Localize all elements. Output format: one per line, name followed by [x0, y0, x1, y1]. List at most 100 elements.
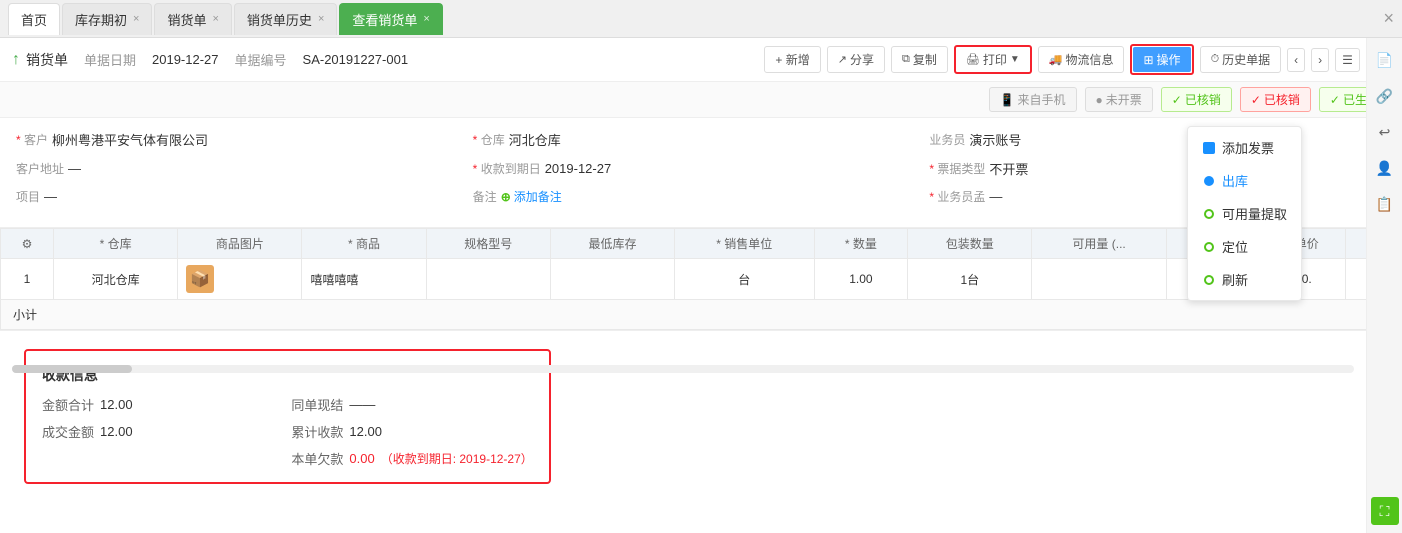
project-value: —: [44, 189, 57, 204]
th-settings[interactable]: ⚙: [1, 229, 54, 259]
add-note-label: 添加备注: [514, 188, 562, 205]
sales-order-icon: ↑: [12, 51, 20, 69]
effect-check-icon: ✓: [1330, 93, 1340, 107]
th-qty: * 数量: [814, 229, 908, 259]
print-highlight-box: 🖨 打印 ▼: [954, 45, 1032, 74]
sold-label: 已核销: [1264, 91, 1300, 108]
td-subtotal: 小计: [1, 300, 1402, 330]
new-button-label: + 新增: [775, 51, 809, 68]
dropdown-add-invoice[interactable]: 添加发票: [1188, 131, 1301, 164]
tab-inventory-init[interactable]: 库存期初 ×: [62, 3, 152, 35]
dropdown-locate[interactable]: 定位: [1188, 230, 1301, 263]
payment-date-field: 收款到期日 2019-12-27: [473, 160, 930, 177]
add-invoice-icon: [1202, 141, 1216, 155]
check-circle-icon: ✓: [1251, 93, 1261, 107]
th-spec: 规格型号: [426, 229, 550, 259]
window-close-button[interactable]: ×: [1383, 8, 1394, 29]
horizontal-scrollbar[interactable]: [12, 365, 1354, 373]
transaction-value: 12.00: [100, 424, 133, 439]
tab-sales-order[interactable]: 销货单 ×: [154, 3, 231, 35]
transaction-label: 成交金额: [42, 422, 94, 441]
new-button[interactable]: + 新增: [764, 46, 820, 73]
tab-sales-history[interactable]: 销货单历史 ×: [234, 3, 337, 35]
nav-prev-button[interactable]: ‹: [1287, 48, 1305, 72]
print-dropdown-arrow[interactable]: ▼: [1010, 54, 1020, 65]
th-img: 商品图片: [178, 229, 302, 259]
history-button[interactable]: ⏱ 历史单据: [1200, 46, 1282, 73]
sidebar-return-icon[interactable]: ↩: [1371, 118, 1399, 146]
td-package: 1台: [908, 259, 1032, 300]
note-field: 备注 ⊕ 添加备注: [473, 188, 930, 205]
print-button[interactable]: 🖨 打印 ▼: [956, 47, 1030, 72]
payment-row-cumulative: 累计收款 12.00: [291, 422, 532, 441]
outstanding-value: 0.00: [349, 451, 374, 466]
print-icon: 🖨: [966, 53, 980, 66]
form-row-2: 客户地址 — 收款到期日 2019-12-27 票据类型 不开票: [16, 159, 1386, 178]
sidebar-link-icon[interactable]: 🔗: [1371, 82, 1399, 110]
operate-highlight-box: ⊞ 操作: [1130, 44, 1193, 75]
doc-number-value: SA-20191227-001: [303, 52, 409, 67]
ticket-type-label: 票据类型: [929, 160, 985, 177]
operate-button-label: 操作: [1157, 51, 1181, 68]
share-button-label: 分享: [850, 51, 874, 68]
history-icon: ⏱: [1211, 53, 1220, 66]
dropdown-refresh[interactable]: 刷新: [1188, 263, 1301, 296]
tab-sales-order-close[interactable]: ×: [212, 13, 218, 25]
not-open-ticket-button[interactable]: ● 未开票: [1085, 87, 1153, 112]
amount-total-label: 金额合计: [42, 395, 94, 414]
sidebar-list-icon[interactable]: 📋: [1371, 190, 1399, 218]
verified-label: 已核销: [1185, 91, 1221, 108]
amount-total-value: 12.00: [100, 397, 133, 412]
address-value: —: [68, 161, 81, 176]
customer-label: 客户: [16, 131, 48, 148]
verified-button[interactable]: ✓ 已核销: [1161, 87, 1232, 112]
copy-button[interactable]: ⧉ 复制: [891, 46, 948, 73]
add-invoice-label: 添加发票: [1222, 138, 1274, 157]
tab-sales-history-close[interactable]: ×: [318, 13, 324, 25]
sold-button[interactable]: ✓ 已核销: [1240, 87, 1311, 112]
dropdown-warehouse-out[interactable]: 出库: [1188, 164, 1301, 197]
scrollbar-thumb[interactable]: [12, 365, 132, 373]
from-mobile-label: 来自手机: [1017, 91, 1065, 108]
warehouse-label: 仓库: [473, 131, 505, 148]
tab-home[interactable]: 首页: [8, 3, 60, 35]
cumulative-label: 累计收款: [291, 422, 343, 441]
project-label: 项目: [16, 188, 40, 205]
same-order-value: ——: [349, 397, 375, 412]
tab-view-sales-label: 查看销货单: [352, 10, 417, 29]
refresh-icon: [1202, 273, 1216, 287]
operate-button[interactable]: ⊞ 操作: [1132, 46, 1191, 73]
share-icon: ↗: [838, 53, 847, 66]
tab-sales-order-label: 销货单: [167, 10, 206, 29]
td-spec: [426, 259, 550, 300]
not-open-ticket-label: 未开票: [1106, 91, 1142, 108]
td-product: 嘻嘻嘻嘻: [302, 259, 426, 300]
tab-view-sales[interactable]: 查看销货单 ×: [339, 3, 442, 35]
logistics-button[interactable]: 🚚 物流信息: [1038, 46, 1125, 73]
view-list-button[interactable]: ☰: [1335, 48, 1360, 72]
right-sidebar: 📄 🔗 ↩ 👤 📋 ⛶: [1366, 38, 1402, 533]
sidebar-expand-icon[interactable]: ⛶: [1371, 497, 1399, 525]
share-button[interactable]: ↗ 分享: [827, 46, 885, 73]
sidebar-user-icon[interactable]: 👤: [1371, 154, 1399, 182]
payment-row-transaction: 成交金额 12.00: [42, 422, 283, 441]
tab-inventory-init-close[interactable]: ×: [133, 13, 139, 25]
main-area: ↑ 销货单 单据日期 2019-12-27 单据编号 SA-20191227-0…: [0, 38, 1402, 533]
tab-home-label: 首页: [21, 10, 47, 29]
from-mobile-button[interactable]: 📱 来自手机: [989, 87, 1077, 112]
nav-next-button[interactable]: ›: [1311, 48, 1329, 72]
available-pickup-icon: [1202, 207, 1216, 221]
staff-field: 业务员 演示账号: [929, 130, 1386, 149]
mobile-icon: 📱: [1000, 93, 1015, 107]
payment-section-wrap: 收款信息 金额合计 12.00 同单现结 —— 成交金额 12.00: [0, 331, 1402, 502]
print-button-label: 打印: [983, 51, 1007, 68]
add-note-button[interactable]: ⊕ 添加备注: [501, 188, 562, 205]
td-unit: 台: [675, 259, 815, 300]
tab-view-sales-close[interactable]: ×: [423, 13, 429, 25]
doc-meta: 单据日期 2019-12-27 单据编号 SA-20191227-001: [84, 50, 408, 69]
warehouse-value: 河北仓库: [509, 130, 561, 149]
outstanding-label: 本单欠款: [291, 449, 343, 468]
dropdown-available-pickup[interactable]: 可用量提取: [1188, 197, 1301, 230]
th-unit: * 销售单位: [675, 229, 815, 259]
sidebar-doc-icon[interactable]: 📄: [1371, 46, 1399, 74]
